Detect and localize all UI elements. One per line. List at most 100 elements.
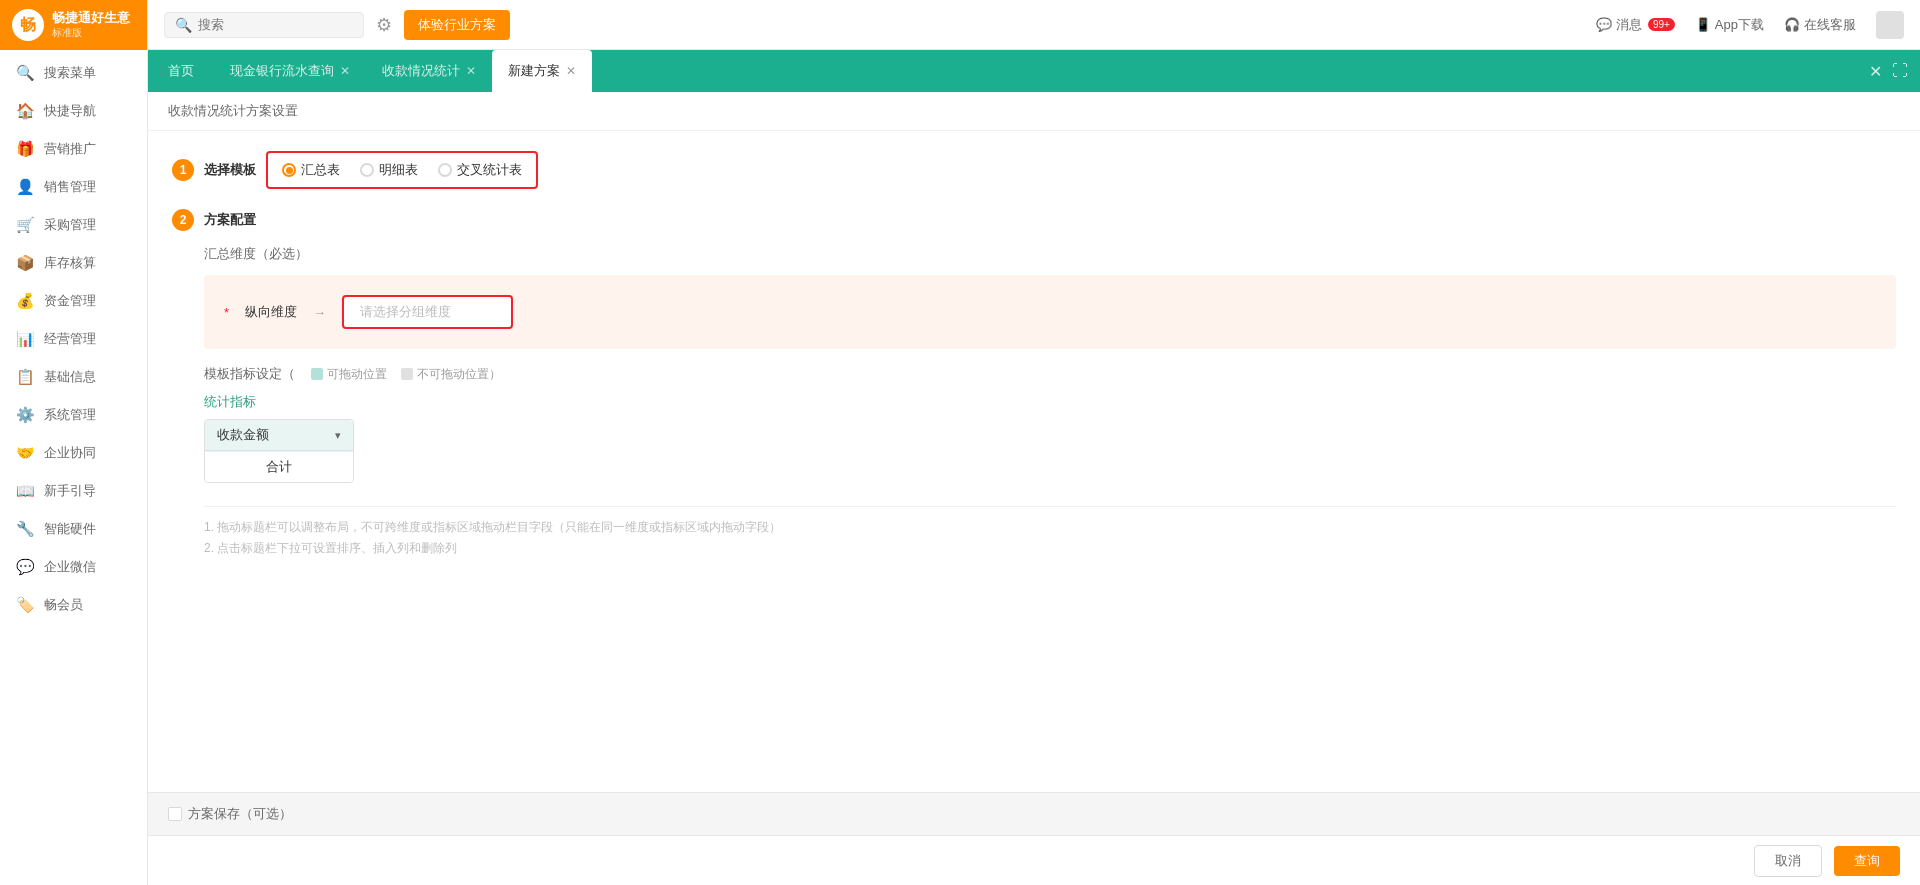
tab-minimize-icon[interactable]: ✕ <box>1869 62 1882 81</box>
purchase-icon: 🛒 <box>16 216 34 234</box>
notification-item[interactable]: 💬 消息 99+ <box>1596 16 1675 34</box>
step1-section: 1 选择模板 汇总表 明细表 交叉统计表 <box>172 151 1896 189</box>
wechat-icon: 💬 <box>16 558 34 576</box>
topbar-right: 💬 消息 99+ 📱 App下载 🎧 在线客服 <box>1596 11 1904 39</box>
sidebar-item-label: 资金管理 <box>44 292 96 310</box>
sidebar-item-nav[interactable]: 🏠 快捷导航 <box>0 92 147 130</box>
chevron-down-icon[interactable]: ▾ <box>335 429 341 442</box>
sidebar-item-finance[interactable]: 💰 资金管理 <box>0 282 147 320</box>
tab-stats[interactable]: 收款情况统计 ✕ <box>366 50 492 92</box>
sidebar-item-basic[interactable]: 📋 基础信息 <box>0 358 147 396</box>
member-icon: 🏷️ <box>16 596 34 614</box>
search-icon: 🔍 <box>175 17 192 33</box>
hardware-icon: 🔧 <box>16 520 34 538</box>
sidebar-item-collab[interactable]: 🤝 企业协同 <box>0 434 147 472</box>
tips-area: 1. 拖动标题栏可以调整布局，不可跨维度或指标区域拖动栏目字段（只能在同一维度或… <box>204 506 1896 557</box>
save-checkbox[interactable] <box>168 807 182 821</box>
form-area: 1 选择模板 汇总表 明细表 交叉统计表 <box>148 131 1920 792</box>
step2-header: 2 方案配置 <box>172 209 1896 231</box>
radio-detail-circle <box>360 163 374 177</box>
notification-label: 消息 <box>1616 16 1642 34</box>
sidebar-item-label: 智能硬件 <box>44 520 96 538</box>
tabbar: 首页 现金银行流水查询 ✕ 收款情况统计 ✕ 新建方案 ✕ ✕ ⛶ <box>148 50 1920 92</box>
tab-home[interactable]: 首页 <box>148 50 214 92</box>
topbar: 🔍 ⚙ 体验行业方案 💬 消息 99+ 📱 App下载 🎧 在线客服 <box>148 0 1920 50</box>
indicator-section: 模板指标设定（ 可拖动位置 不可拖动位置） <box>204 365 1896 486</box>
sidebar-item-inventory[interactable]: 📦 库存核算 <box>0 244 147 282</box>
query-button[interactable]: 查询 <box>1834 846 1900 876</box>
notification-icon: 💬 <box>1596 17 1612 32</box>
finance-icon: 💰 <box>16 292 34 310</box>
radio-summary-circle <box>282 163 296 177</box>
step2-title: 方案配置 <box>204 211 256 229</box>
sidebar-item-sales[interactable]: 👤 销售管理 <box>0 168 147 206</box>
step1-badge: 1 <box>172 159 194 181</box>
tab-bank-close[interactable]: ✕ <box>340 64 350 78</box>
sidebar-item-hardware[interactable]: 🔧 智能硬件 <box>0 510 147 548</box>
radio-crosstab-circle <box>438 163 452 177</box>
user-avatar[interactable] <box>1876 11 1904 39</box>
draggable-legend-dot <box>311 368 323 380</box>
inventory-icon: 📦 <box>16 254 34 272</box>
breadcrumb: 收款情况统计方案设置 <box>168 103 298 118</box>
sidebar-item-label: 营销推广 <box>44 140 96 158</box>
sidebar-item-label: 企业协同 <box>44 444 96 462</box>
radio-summary[interactable]: 汇总表 <box>282 161 340 179</box>
vertical-label: 纵向维度 <box>245 303 297 321</box>
download-item[interactable]: 📱 App下载 <box>1695 16 1764 34</box>
step2-badge: 2 <box>172 209 194 231</box>
basic-icon: 📋 <box>16 368 34 386</box>
tab-maximize-icon[interactable]: ⛶ <box>1892 62 1908 80</box>
main: 🔍 ⚙ 体验行业方案 💬 消息 99+ 📱 App下载 🎧 在线客服 首页 <box>148 0 1920 885</box>
indicator-header-row: 模板指标设定（ 可拖动位置 不可拖动位置） <box>204 365 1896 383</box>
logo-icon: 畅 <box>12 9 44 41</box>
sidebar-item-system[interactable]: ⚙️ 系统管理 <box>0 396 147 434</box>
indicator-table-header[interactable]: 收款金额 ▾ <box>205 420 353 451</box>
tab-new-plan[interactable]: 新建方案 ✕ <box>492 50 592 92</box>
step1-header: 1 选择模板 汇总表 明细表 交叉统计表 <box>172 151 1896 189</box>
action-bar: 取消 查询 <box>148 835 1920 885</box>
search-icon: 🔍 <box>16 64 34 82</box>
sidebar-item-wechat[interactable]: 💬 企业微信 <box>0 548 147 586</box>
sidebar-item-member[interactable]: 🏷️ 畅会员 <box>0 586 147 624</box>
tab-stats-close[interactable]: ✕ <box>466 64 476 78</box>
sidebar-item-purchase[interactable]: 🛒 采购管理 <box>0 206 147 244</box>
template-options: 汇总表 明细表 交叉统计表 <box>266 151 538 189</box>
sidebar-item-marketing[interactable]: 🎁 营销推广 <box>0 130 147 168</box>
gear-icon[interactable]: ⚙ <box>376 14 392 36</box>
sidebar-item-management[interactable]: 📊 经营管理 <box>0 320 147 358</box>
sidebar-item-guide[interactable]: 📖 新手引导 <box>0 472 147 510</box>
tab-new-plan-close[interactable]: ✕ <box>566 64 576 78</box>
search-box[interactable]: 🔍 <box>164 12 364 38</box>
step1-title: 选择模板 <box>204 161 256 179</box>
radio-summary-label: 汇总表 <box>301 161 340 179</box>
save-checkbox-item[interactable]: 方案保存（可选） <box>168 805 292 823</box>
sidebar-item-label: 销售管理 <box>44 178 96 196</box>
tab-stats-label: 收款情况统计 <box>382 62 460 80</box>
download-label: App下载 <box>1715 16 1764 34</box>
support-item[interactable]: 🎧 在线客服 <box>1784 16 1856 34</box>
dimension-row: * 纵向维度 → 请选择分组维度 <box>224 295 1876 329</box>
sidebar-item-search[interactable]: 🔍 搜索菜单 <box>0 54 147 92</box>
save-label: 方案保存（可选） <box>188 805 292 823</box>
cancel-button[interactable]: 取消 <box>1754 845 1822 877</box>
download-icon: 📱 <box>1695 17 1711 32</box>
industry-btn[interactable]: 体验行业方案 <box>404 10 510 40</box>
sidebar-item-label: 畅会员 <box>44 596 83 614</box>
sidebar-item-label: 采购管理 <box>44 216 96 234</box>
collab-icon: 🤝 <box>16 444 34 462</box>
search-input[interactable] <box>198 17 338 32</box>
support-label: 在线客服 <box>1804 16 1856 34</box>
system-icon: ⚙️ <box>16 406 34 424</box>
sidebar-item-label: 基础信息 <box>44 368 96 386</box>
tab-bank[interactable]: 现金银行流水查询 ✕ <box>214 50 366 92</box>
page-header: 收款情况统计方案设置 <box>148 92 1920 131</box>
sidebar-item-label: 搜索菜单 <box>44 64 96 82</box>
sidebar-item-label: 快捷导航 <box>44 102 96 120</box>
radio-crosstab[interactable]: 交叉统计表 <box>438 161 522 179</box>
radio-detail[interactable]: 明细表 <box>360 161 418 179</box>
dimension-select[interactable]: 请选择分组维度 <box>342 295 513 329</box>
arrow-icon: → <box>313 305 326 320</box>
support-icon: 🎧 <box>1784 17 1800 32</box>
draggable-legend-label: 可拖动位置 <box>327 366 387 383</box>
